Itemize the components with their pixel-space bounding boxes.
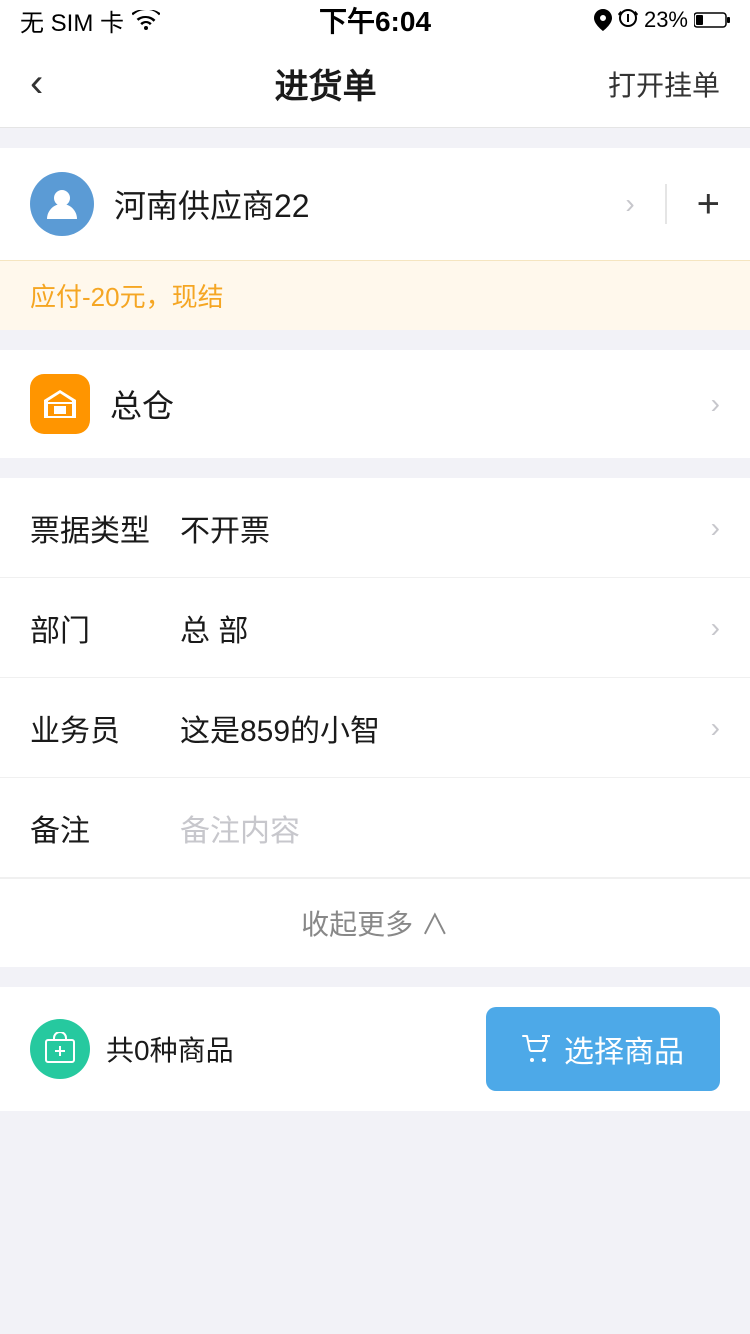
collapse-text: 收起更多 ∧ xyxy=(301,903,449,943)
product-count-text: 共0种商品 xyxy=(106,1029,486,1069)
status-right: 23% xyxy=(594,7,730,33)
notice-bar: 应付-20元，现结 xyxy=(0,260,750,330)
department-row[interactable]: 部门 总 部 › xyxy=(0,578,750,678)
supplier-arrow-icon: › xyxy=(625,188,634,220)
back-button[interactable]: ‹ xyxy=(30,61,43,106)
collapse-row[interactable]: 收起更多 ∧ xyxy=(0,878,750,967)
salesperson-label: 业务员 xyxy=(30,706,170,750)
warehouse-icon xyxy=(42,388,78,420)
form-section: 票据类型 不开票 › 部门 总 部 › 业务员 这是859的小智 › 备注 备注… xyxy=(0,478,750,967)
battery-text: 23% xyxy=(644,7,688,33)
salesperson-value: 这是859的小智 xyxy=(170,706,711,750)
person-icon xyxy=(43,185,81,223)
department-label: 部门 xyxy=(30,606,170,650)
status-bar: 无 SIM 卡 下午6:04 23% xyxy=(0,0,750,40)
add-supplier-button[interactable]: + xyxy=(697,182,720,227)
warehouse-section: 总仓 › xyxy=(0,350,750,458)
select-product-button[interactable]: 选择商品 xyxy=(486,1007,720,1091)
department-arrow: › xyxy=(711,612,720,644)
supplier-avatar xyxy=(30,172,94,236)
alarm-icon xyxy=(618,9,638,31)
open-pending-button[interactable]: 打开挂单 xyxy=(608,64,720,104)
department-value: 总 部 xyxy=(170,606,711,650)
salesperson-arrow: › xyxy=(711,712,720,744)
battery-icon xyxy=(694,11,730,29)
warehouse-name: 总仓 xyxy=(110,381,711,427)
nav-bar: ‹ 进货单 打开挂单 xyxy=(0,40,750,128)
invoice-type-row[interactable]: 票据类型 不开票 › xyxy=(0,478,750,578)
status-time: 下午6:04 xyxy=(319,0,431,40)
note-value: 备注内容 xyxy=(170,806,720,850)
supplier-name: 河南供应商22 xyxy=(114,181,625,227)
salesperson-row[interactable]: 业务员 这是859的小智 › xyxy=(0,678,750,778)
content: 河南供应商22 › + 应付-20元，现结 总仓 › 票据类型 不开票 xyxy=(0,128,750,1111)
wifi-icon xyxy=(132,10,160,30)
product-icon xyxy=(43,1032,77,1066)
invoice-type-label: 票据类型 xyxy=(30,506,170,550)
select-product-label: 选择商品 xyxy=(564,1027,684,1071)
warehouse-icon-wrap xyxy=(30,374,90,434)
supplier-section: 河南供应商22 › + 应付-20元，现结 xyxy=(0,148,750,330)
no-sim-text: 无 SIM 卡 xyxy=(20,3,124,38)
warehouse-row[interactable]: 总仓 › xyxy=(0,350,750,458)
supplier-row[interactable]: 河南供应商22 › + xyxy=(0,148,750,260)
note-label: 备注 xyxy=(30,806,170,850)
supplier-divider xyxy=(665,184,667,224)
cart-icon xyxy=(522,1035,554,1063)
page-title: 进货单 xyxy=(275,59,377,108)
bottom-bar: 共0种商品 选择商品 xyxy=(0,987,750,1111)
product-icon-wrap xyxy=(30,1019,90,1079)
location-icon xyxy=(594,9,612,31)
notice-text: 应付-20元，现结 xyxy=(30,282,224,312)
status-left: 无 SIM 卡 xyxy=(20,3,160,38)
invoice-type-arrow: › xyxy=(711,512,720,544)
invoice-type-value: 不开票 xyxy=(170,506,711,550)
warehouse-arrow-icon: › xyxy=(711,388,720,420)
note-row[interactable]: 备注 备注内容 xyxy=(0,778,750,878)
